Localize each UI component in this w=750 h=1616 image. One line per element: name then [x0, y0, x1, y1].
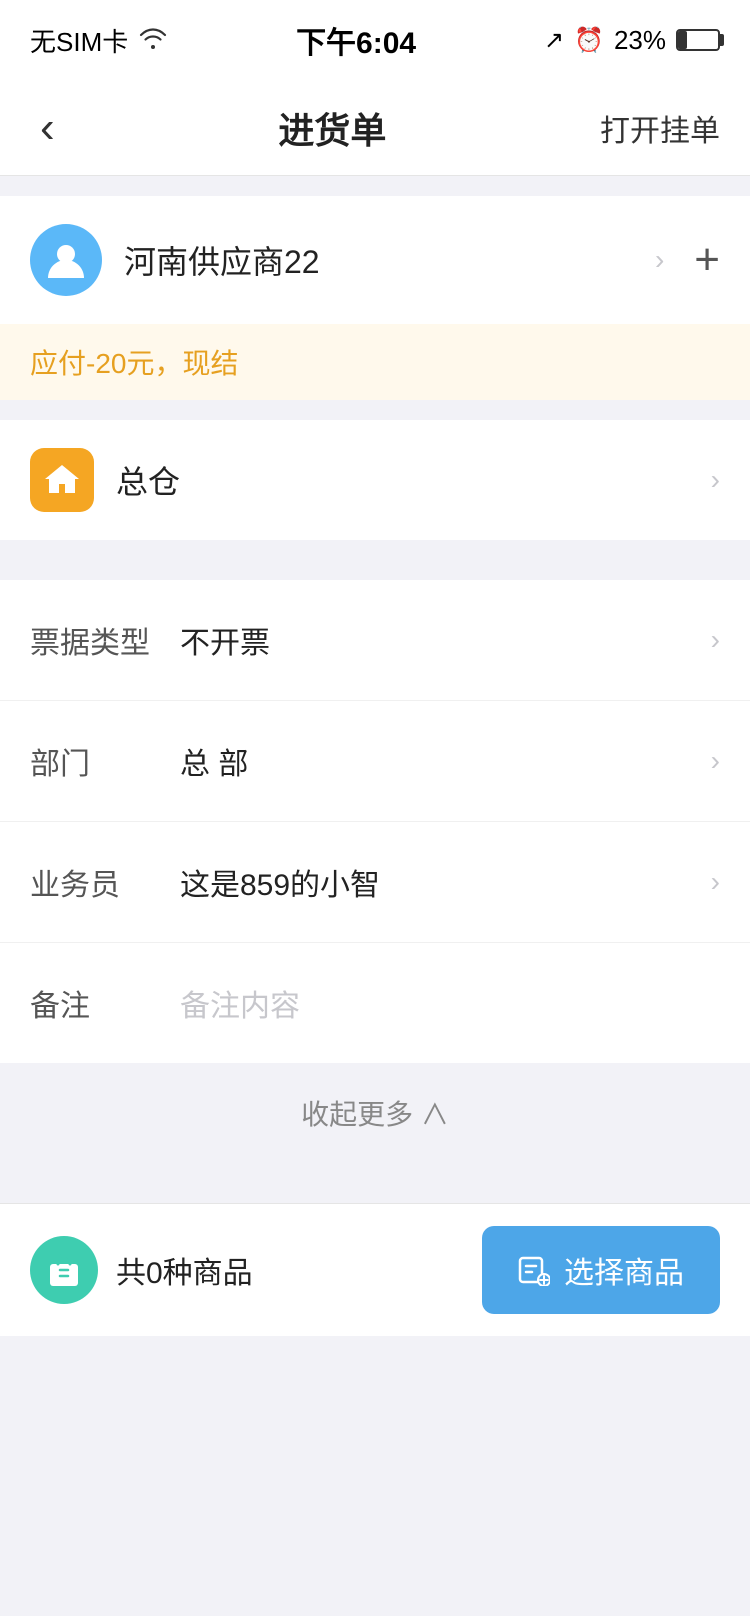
supplier-name: 河南供应商22	[124, 237, 655, 283]
dept-chevron: ›	[711, 745, 720, 777]
battery-percent: 23%	[614, 25, 666, 56]
section-gap-2	[0, 400, 750, 420]
location-icon: ↗	[544, 26, 564, 55]
supplier-actions: › +	[655, 238, 720, 282]
notice-bar: 应付-20元，现结	[0, 324, 750, 400]
section-gap-1	[0, 176, 750, 196]
bottom-bar: 共0种商品 选择商品	[0, 1203, 750, 1336]
sales-value: 这是859的小智	[180, 860, 711, 904]
wifi-icon	[138, 24, 168, 56]
warehouse-section: 总仓 ›	[0, 420, 750, 540]
collapse-label: 收起更多 ∧	[301, 1099, 449, 1130]
select-goods-icon	[518, 1254, 550, 1286]
remark-label: 备注	[30, 981, 170, 1025]
battery-bar	[676, 29, 720, 51]
goods-bag-icon	[44, 1250, 84, 1290]
warehouse-icon-wrap	[30, 448, 94, 512]
invoice-row[interactable]: 票据类型 不开票 ›	[0, 580, 750, 701]
remark-input[interactable]: 备注内容	[180, 981, 720, 1025]
add-supplier-button[interactable]: +	[694, 238, 720, 282]
status-left: 无SIM卡	[30, 22, 168, 59]
sales-chevron: ›	[711, 866, 720, 898]
dept-label: 部门	[30, 739, 170, 783]
supplier-row[interactable]: 河南供应商22 › +	[0, 196, 750, 324]
remark-row[interactable]: 备注 备注内容	[0, 943, 750, 1063]
section-gap-3	[0, 540, 750, 560]
form-section: 票据类型 不开票 › 部门 总 部 › 业务员 这是859的小智 › 备注 备注…	[0, 580, 750, 1063]
goods-info: 共0种商品	[30, 1236, 253, 1304]
gray-area	[0, 1336, 750, 1616]
warehouse-chevron: ›	[711, 464, 720, 496]
section-gap-4	[0, 1163, 750, 1183]
supplier-avatar	[30, 224, 102, 296]
back-button[interactable]: ‹	[30, 93, 65, 163]
sales-label: 业务员	[30, 860, 170, 904]
status-bar: 无SIM卡 下午6:04 ↗ ⏰ 23%	[0, 0, 750, 80]
sales-row[interactable]: 业务员 这是859的小智 ›	[0, 822, 750, 943]
notice-text: 应付-20元，现结	[30, 348, 238, 379]
dept-row[interactable]: 部门 总 部 ›	[0, 701, 750, 822]
warehouse-name: 总仓	[116, 457, 711, 503]
invoice-chevron: ›	[711, 624, 720, 656]
collapse-button[interactable]: 收起更多 ∧	[0, 1063, 750, 1163]
warehouse-house-icon	[43, 461, 81, 499]
select-goods-button[interactable]: 选择商品	[482, 1226, 720, 1314]
select-goods-label: 选择商品	[564, 1248, 684, 1292]
page-title: 进货单	[278, 102, 386, 154]
invoice-value: 不开票	[180, 618, 711, 662]
time-label: 下午6:04	[296, 18, 416, 62]
open-pending-button[interactable]: 打开挂单	[600, 106, 720, 150]
warehouse-row[interactable]: 总仓 ›	[0, 420, 750, 540]
supplier-section: 河南供应商22 › + 应付-20元，现结	[0, 196, 750, 400]
alarm-icon: ⏰	[574, 26, 604, 55]
dept-value: 总 部	[180, 739, 711, 783]
carrier-label: 无SIM卡	[30, 22, 128, 59]
nav-bar: ‹ 进货单 打开挂单	[0, 80, 750, 176]
supplier-chevron: ›	[655, 244, 664, 276]
person-icon	[44, 238, 88, 282]
invoice-label: 票据类型	[30, 618, 170, 662]
status-right: ↗ ⏰ 23%	[544, 25, 720, 56]
goods-icon-wrap	[30, 1236, 98, 1304]
goods-count: 共0种商品	[116, 1248, 253, 1292]
